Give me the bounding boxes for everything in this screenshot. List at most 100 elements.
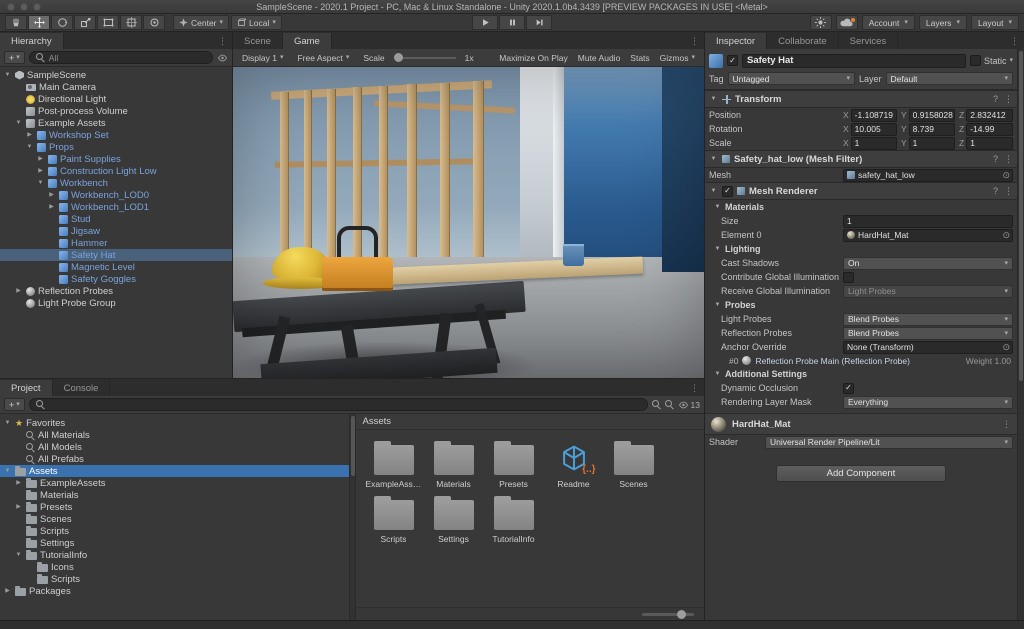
hierarchy-item[interactable]: ▶Workshop Set — [0, 129, 232, 141]
scene-visibility-icon[interactable] — [217, 54, 228, 62]
foldout-arrow-icon[interactable]: ▼ — [709, 156, 718, 162]
probes-foldout[interactable]: ▼Probes — [705, 298, 1017, 312]
expand-arrow-icon[interactable]: ▶ — [25, 132, 34, 138]
hierarchy-item[interactable]: ▼Example Assets — [0, 117, 232, 129]
shader-dropdown[interactable]: Universal Render Pipeline/Lit▾ — [765, 436, 1013, 449]
project-search-input[interactable] — [29, 398, 648, 411]
create-object-button[interactable]: +▾ — [4, 51, 25, 64]
hierarchy-item[interactable]: ▼Workbench — [0, 177, 232, 189]
tab-services[interactable]: Services — [839, 33, 898, 49]
hierarchy-item[interactable]: Light Probe Group — [0, 297, 232, 309]
account-dropdown[interactable]: Account▾ — [862, 15, 915, 30]
object-picker-icon[interactable]: ⊙ — [1002, 170, 1010, 181]
hierarchy-item[interactable]: Stud — [0, 213, 232, 225]
tab-collaborate[interactable]: Collaborate — [767, 33, 839, 49]
help-icon[interactable]: ? — [993, 154, 998, 165]
expand-arrow-icon[interactable]: ▶ — [14, 480, 23, 486]
hierarchy-item[interactable]: ▶Workbench_LOD1 — [0, 201, 232, 213]
expand-arrow-icon[interactable]: ▼ — [25, 144, 34, 150]
position-y-field[interactable]: 0.9158028 — [909, 109, 955, 122]
project-tree-item[interactable]: Scenes — [0, 513, 349, 525]
expand-arrow-icon[interactable]: ▶ — [14, 288, 23, 294]
tab-game[interactable]: Game — [283, 33, 332, 49]
gizmos-dropdown[interactable]: Gizmos▾ — [655, 51, 700, 65]
inspector-scrollbar[interactable] — [1017, 49, 1024, 620]
dynamic-occlusion-checkbox[interactable]: ✓ — [843, 383, 854, 394]
mesh-renderer-component-header[interactable]: ▼ ✓ Mesh Renderer ?⋮ — [705, 182, 1017, 200]
light-probes-dropdown[interactable]: Blend Probes▾ — [843, 313, 1013, 326]
icon-size-slider-knob[interactable] — [677, 610, 686, 619]
rect-tool-icon[interactable] — [97, 15, 119, 30]
hierarchy-item[interactable]: ▶Reflection Probes — [0, 285, 232, 297]
custom-tool-icon[interactable] — [143, 15, 165, 30]
project-tree-item[interactable]: Settings — [0, 537, 349, 549]
scale-slider-knob[interactable] — [394, 53, 403, 62]
tab-console[interactable]: Console — [53, 380, 111, 396]
rotation-y-field[interactable]: 8.739 — [909, 123, 955, 136]
reflection-probes-dropdown[interactable]: Blend Probes▾ — [843, 327, 1013, 340]
scale-tool-icon[interactable] — [74, 15, 96, 30]
project-tree-item[interactable]: All Models — [0, 441, 349, 453]
hierarchy-search-input[interactable]: All — [29, 51, 213, 64]
asset-item[interactable]: TutorialInfo — [486, 493, 542, 544]
project-tree-item[interactable]: ▼★Favorites — [0, 417, 349, 429]
foldout-arrow-icon[interactable]: ▼ — [709, 96, 718, 102]
search-by-label-icon[interactable] — [665, 400, 674, 409]
component-menu-icon[interactable]: ⋮ — [1004, 154, 1013, 165]
mute-audio-button[interactable]: Mute Audio — [573, 51, 626, 65]
asset-item[interactable]: Scenes — [606, 438, 662, 489]
active-checkbox[interactable]: ✓ — [727, 55, 738, 66]
gameobject-name-field[interactable]: Safety Hat — [742, 54, 966, 68]
additional-settings-foldout[interactable]: ▼Additional Settings — [705, 367, 1017, 381]
scale-slider[interactable] — [394, 57, 456, 59]
panel-menu-icon[interactable]: ⋮ — [690, 36, 699, 47]
hierarchy-item[interactable]: Magnetic Level — [0, 261, 232, 273]
expand-arrow-icon[interactable]: ▼ — [36, 180, 45, 186]
display-dropdown[interactable]: Display 1▾ — [237, 51, 288, 65]
contribute-gi-checkbox[interactable] — [843, 272, 854, 283]
material-object-field[interactable]: HardHat_Mat ⊙ — [843, 229, 1013, 242]
material-menu-icon[interactable]: ⋮ — [1002, 419, 1011, 430]
hierarchy-item[interactable]: Hammer — [0, 237, 232, 249]
scale-y-field[interactable]: 1 — [909, 137, 955, 150]
anchor-override-field[interactable]: None (Transform) ⊙ — [843, 341, 1013, 354]
stats-button[interactable]: Stats — [625, 51, 654, 65]
material-header[interactable]: HardHat_Mat ⋮ — [705, 413, 1017, 435]
close-window-icon[interactable] — [7, 3, 15, 11]
tab-hierarchy[interactable]: Hierarchy — [0, 33, 64, 49]
panel-menu-icon[interactable]: ⋮ — [1010, 36, 1019, 47]
object-picker-icon[interactable]: ⊙ — [1002, 342, 1010, 353]
asset-item[interactable]: ExampleAssets — [366, 438, 422, 489]
rotate-tool-icon[interactable] — [51, 15, 73, 30]
expand-arrow-icon[interactable]: ▼ — [3, 72, 12, 78]
game-viewport[interactable] — [233, 67, 704, 378]
hierarchy-item[interactable]: Safety Goggles — [0, 273, 232, 285]
project-tree-item[interactable]: All Materials — [0, 429, 349, 441]
scale-z-field[interactable]: 1 — [966, 137, 1013, 150]
rotation-z-field[interactable]: -14.99 — [966, 123, 1013, 136]
expand-arrow-icon[interactable]: ▼ — [3, 468, 12, 474]
rendering-layer-mask-dropdown[interactable]: Everything▾ — [843, 396, 1013, 409]
project-tree-scrollbar[interactable] — [349, 414, 356, 620]
scale-x-field[interactable]: 1 — [851, 137, 897, 150]
asset-item[interactable]: {..}Readme — [546, 438, 602, 489]
pivot-center-button[interactable]: Center▾ — [173, 15, 229, 30]
position-z-field[interactable]: 2.832412 — [966, 109, 1013, 122]
transform-tool-icon[interactable] — [120, 15, 142, 30]
collab-cloud-icon[interactable] — [836, 15, 858, 30]
layout-dropdown[interactable]: Layout▾ — [971, 15, 1019, 30]
materials-size-field[interactable]: 1 — [843, 215, 1013, 228]
asset-item[interactable]: Presets — [486, 438, 542, 489]
static-toggle[interactable]: Static ▾ — [970, 55, 1013, 66]
hierarchy-item[interactable]: Post-process Volume — [0, 105, 232, 117]
tag-dropdown[interactable]: Untagged▾ — [728, 72, 855, 85]
create-asset-button[interactable]: +▾ — [4, 398, 25, 411]
project-tree-item[interactable]: Icons — [0, 561, 349, 573]
project-tree-item[interactable]: Materials — [0, 489, 349, 501]
play-button[interactable] — [472, 15, 498, 30]
step-button[interactable] — [526, 15, 552, 30]
window-controls[interactable] — [7, 3, 41, 11]
hierarchy-item[interactable]: Main Camera — [0, 81, 232, 93]
static-checkbox[interactable] — [970, 55, 981, 66]
hierarchy-item[interactable]: Directional Light — [0, 93, 232, 105]
